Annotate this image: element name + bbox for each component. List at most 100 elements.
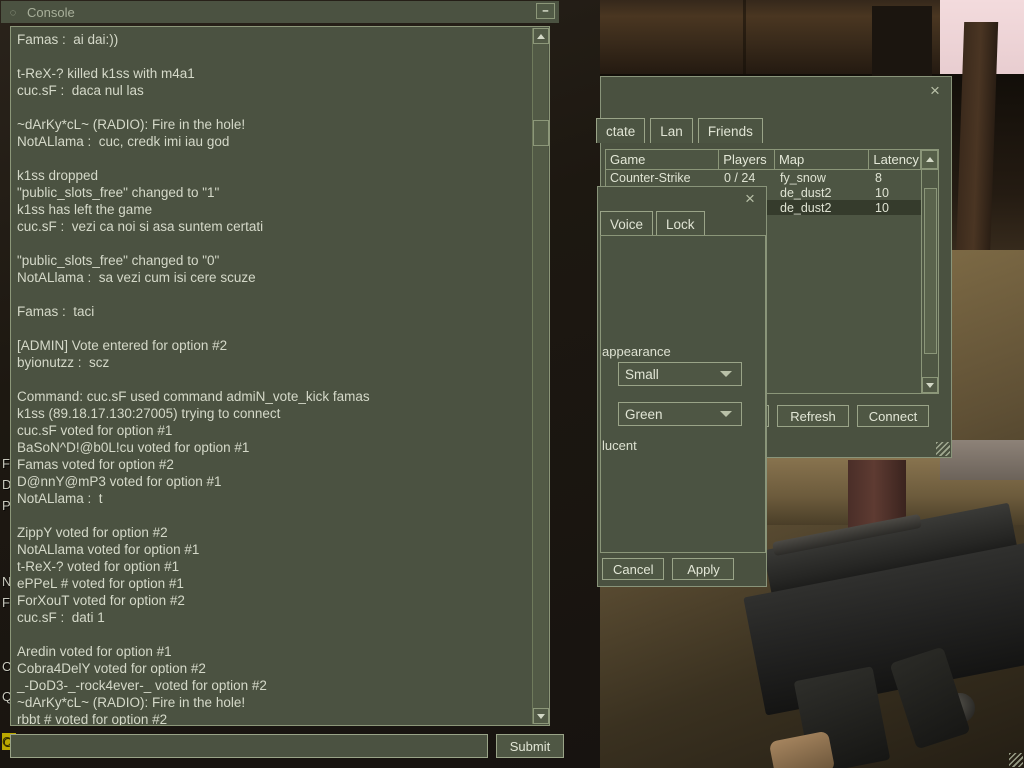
- console-line: rbbt # voted for option #2: [17, 712, 168, 726]
- apply-button-label: Apply: [687, 561, 720, 577]
- refresh-button-label: Refresh: [790, 408, 836, 424]
- console-line: cuc.sF voted for option #1: [17, 423, 173, 438]
- server-list-scrollbar[interactable]: [921, 170, 938, 393]
- refresh-button[interactable]: Refresh: [777, 405, 849, 427]
- tab-spectate[interactable]: ctate: [596, 118, 646, 143]
- column-players-label: Players: [723, 152, 767, 167]
- scroll-down-arrow-icon[interactable]: [922, 377, 938, 393]
- tab-lock[interactable]: Lock: [656, 211, 705, 236]
- column-players[interactable]: Players: [719, 150, 775, 169]
- console-scrollbar[interactable]: [532, 28, 549, 724]
- column-game-label: Game: [610, 152, 646, 167]
- tab-lock-label: Lock: [666, 216, 695, 232]
- console-scroll-thumb[interactable]: [533, 120, 549, 146]
- console-line: D@nnY@mP3 voted for option #1: [17, 474, 222, 489]
- size-dropdown[interactable]: Small: [618, 362, 742, 386]
- player-hand: [768, 730, 836, 768]
- console-line: Famas voted for option #2: [17, 457, 174, 472]
- column-map[interactable]: Map: [774, 150, 870, 169]
- console-line: Aredin voted for option #1: [17, 644, 172, 659]
- sort-ascending-icon[interactable]: [921, 150, 938, 169]
- submit-button-label: Submit: [509, 738, 551, 754]
- appearance-label: appearance: [602, 344, 671, 359]
- resize-grip-icon[interactable]: [936, 442, 950, 456]
- column-game[interactable]: Game: [606, 150, 720, 169]
- tab-voice-label: Voice: [610, 216, 644, 232]
- console-line: "public_slots_free" changed to "0": [17, 253, 220, 268]
- console-line: NotALlama voted for option #1: [17, 542, 200, 557]
- server-list-scroll-thumb[interactable]: [924, 188, 937, 354]
- color-dropdown-value: Green: [625, 406, 663, 422]
- options-close-icon[interactable]: ×: [742, 190, 758, 207]
- console-line: cuc.sF : daca nul las: [17, 83, 144, 98]
- console-line: cuc.sF : vezi ca noi si asa suntem certa…: [17, 219, 264, 234]
- tab-friends-label: Friends: [707, 123, 753, 139]
- system-menu-icon[interactable]: ◌: [7, 7, 19, 19]
- cell-players: 0 / 24: [724, 170, 756, 185]
- server-browser-actions: Refresh Connect: [741, 405, 929, 427]
- console-line: ZippY voted for option #2: [17, 525, 168, 540]
- cell-latency: 8: [875, 170, 882, 185]
- console-line: k1ss dropped: [17, 168, 99, 183]
- console-window[interactable]: ◌ Console ━ Famas : ai dai:)) t-ReX-? kil…: [0, 0, 1023, 767]
- sort-arrow-up-icon: [925, 157, 934, 162]
- options-page: appearance Small Green lucent: [600, 235, 766, 553]
- table-row[interactable]: Counter-Strike 0 / 24 fy_snow 8: [606, 170, 938, 185]
- console-output-panel[interactable]: Famas : ai dai:)) t-ReX-? killed k1ss wit…: [10, 26, 550, 726]
- console-scroll-down-icon[interactable]: [533, 708, 549, 724]
- chevron-down-icon: [720, 371, 732, 377]
- console-line: _-DoD3-_-rock4ever-_ voted for option #2: [17, 678, 267, 693]
- tab-lan-label: Lan: [660, 123, 683, 139]
- connect-button[interactable]: Connect: [857, 405, 929, 427]
- console-line: NotALlama : sa vezi cum isi cere scuze: [17, 270, 256, 285]
- console-line: cuc.sF : dati 1: [17, 610, 105, 625]
- console-scroll-down-glyph: [537, 713, 545, 719]
- cell-map: de_dust2: [780, 185, 832, 200]
- console-line: ~dArKy*cL~ (RADIO): Fire in the hole!: [17, 695, 246, 710]
- options-dialog[interactable]: × Voice Lock appearance Small Green luce…: [597, 186, 767, 587]
- console-line: ForXouT voted for option #2: [17, 593, 185, 608]
- console-line: Famas : taci: [17, 304, 95, 319]
- submit-button[interactable]: Submit: [496, 734, 564, 758]
- tab-spectate-label: ctate: [606, 123, 636, 139]
- apply-button[interactable]: Apply: [672, 558, 735, 580]
- tab-friends[interactable]: Friends: [697, 118, 763, 143]
- console-line: Command: cuc.sF used command admiN_vote_…: [17, 389, 370, 404]
- minimize-button[interactable]: ━: [536, 3, 555, 19]
- scroll-down-glyph: [926, 382, 934, 388]
- color-dropdown[interactable]: Green: [618, 402, 742, 426]
- console-command-input[interactable]: [10, 734, 488, 758]
- cell-map: de_dust2: [780, 200, 832, 215]
- connect-button-label: Connect: [868, 408, 918, 424]
- server-list-header: Game Players Map Latency: [606, 150, 938, 170]
- column-latency[interactable]: Latency: [869, 150, 922, 169]
- console-output-text: Famas : ai dai:)) t-ReX-? killed k1ss wit…: [17, 31, 527, 726]
- console-scroll-up-icon[interactable]: [533, 28, 549, 44]
- tab-lan[interactable]: Lan: [650, 118, 693, 143]
- console-scroll-up-glyph: [537, 33, 545, 39]
- console-line: Cobra4DelY voted for option #2: [17, 661, 206, 676]
- console-line: Famas : ai dai:)): [17, 32, 119, 47]
- console-line: k1ss (89.18.17.130:27005) trying to conn…: [17, 406, 281, 421]
- console-line: t-ReX-? voted for option #1: [17, 559, 180, 574]
- console-line: [ADMIN] Vote entered for option #2: [17, 338, 228, 353]
- tab-voice[interactable]: Voice: [600, 211, 654, 236]
- console-entry-row: Submit: [10, 734, 564, 758]
- console-line: t-ReX-? killed k1ss with m4a1: [17, 66, 195, 81]
- game-screen: FDPNFCQC × ctate Lan Friends Game Player…: [0, 0, 1024, 768]
- console-line: byionutzz : scz: [17, 355, 110, 370]
- translucent-label: lucent: [602, 438, 637, 453]
- weapon-viewmodel: [742, 498, 1024, 768]
- console-titlebar[interactable]: ◌ Console ━: [1, 1, 559, 23]
- cancel-button-label: Cancel: [613, 561, 654, 577]
- cancel-button[interactable]: Cancel: [602, 558, 665, 580]
- server-browser-close-icon[interactable]: ×: [927, 82, 943, 99]
- cell-map: fy_snow: [780, 170, 826, 185]
- console-line: NotALlama : t: [17, 491, 103, 506]
- console-resize-grip-icon[interactable]: [1009, 753, 1023, 767]
